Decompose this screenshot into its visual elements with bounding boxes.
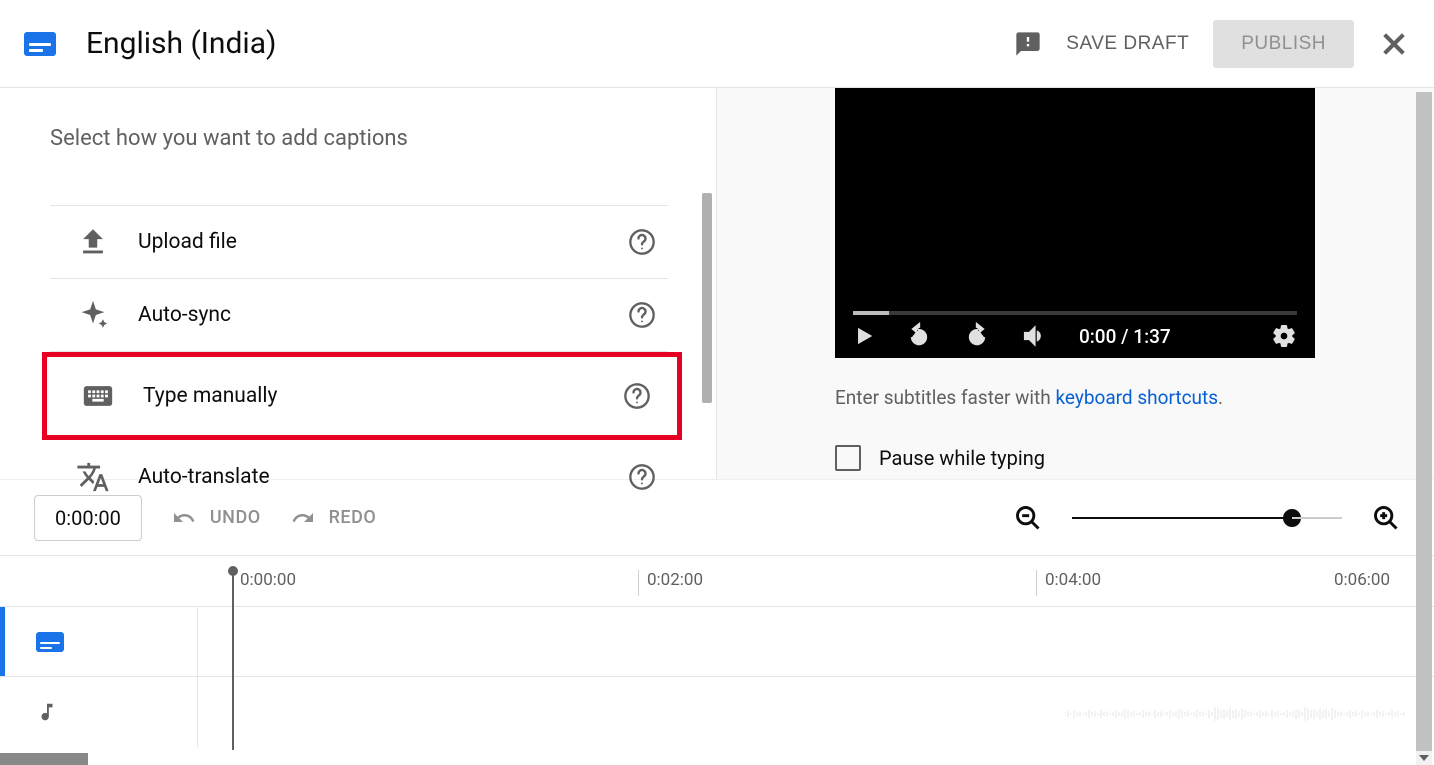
option-type-manually[interactable]: Type manually	[42, 352, 682, 440]
timeline-tick: 0:00:00	[240, 570, 296, 596]
video-time: 0:00 / 1:37	[1079, 325, 1171, 348]
volume-icon[interactable]	[1021, 322, 1049, 350]
help-icon[interactable]	[628, 463, 656, 491]
save-draft-button[interactable]: SAVE DRAFT	[1066, 33, 1189, 55]
zoom-slider-thumb[interactable]	[1283, 509, 1301, 527]
sparkle-icon	[76, 298, 110, 332]
panel-prompt: Select how you want to add captions	[50, 126, 668, 151]
music-note-icon	[36, 698, 58, 726]
upload-icon	[76, 225, 110, 259]
option-auto-translate[interactable]: Auto-translate	[50, 440, 668, 513]
page-title: English (India)	[86, 26, 276, 61]
forward-10-icon[interactable]: 10	[963, 322, 991, 350]
timeline-caption-track[interactable]	[0, 607, 1434, 677]
pause-label: Pause while typing	[879, 446, 1045, 470]
keyboard-shortcuts-link[interactable]: keyboard shortcuts	[1055, 386, 1218, 409]
timeline-tick: 0:06:00	[1334, 570, 1390, 596]
publish-button[interactable]: PUBLISH	[1213, 20, 1354, 68]
panel-scrollbar[interactable]	[702, 193, 712, 403]
option-label: Type manually	[143, 384, 623, 408]
waveform	[1065, 704, 1405, 724]
pause-while-typing-checkbox[interactable]	[835, 445, 861, 471]
keyboard-icon	[81, 379, 115, 413]
bottom-handle	[0, 753, 88, 765]
svg-text:10: 10	[916, 333, 926, 343]
subtitle-icon	[24, 32, 56, 56]
help-icon[interactable]	[628, 228, 656, 256]
playhead[interactable]	[232, 570, 234, 750]
option-label: Upload file	[138, 230, 628, 254]
scrollbar-down-arrow[interactable]	[1416, 751, 1432, 765]
video-player[interactable]: 10 10 0:00 / 1:37	[835, 88, 1315, 358]
subtitle-track-icon	[36, 632, 64, 652]
option-label: Auto-sync	[138, 303, 628, 327]
feedback-icon[interactable]	[1014, 30, 1042, 58]
translate-icon	[76, 460, 110, 494]
play-icon[interactable]	[853, 323, 875, 349]
zoom-in-icon[interactable]	[1372, 504, 1400, 532]
header-bar: English (India) SAVE DRAFT PUBLISH	[0, 0, 1434, 88]
caption-method-panel: Select how you want to add captions Uplo…	[0, 88, 716, 479]
help-icon[interactable]	[623, 382, 651, 410]
zoom-out-icon[interactable]	[1014, 504, 1042, 532]
option-label: Auto-translate	[138, 465, 628, 489]
preview-panel: 10 10 0:00 / 1:37 Enter subtitles faster…	[716, 88, 1434, 479]
timeline-tick: 0:02:00	[638, 570, 703, 596]
svg-text:10: 10	[974, 333, 984, 343]
rewind-10-icon[interactable]: 10	[905, 322, 933, 350]
timeline-tick: 0:04:00	[1036, 570, 1101, 596]
timeline[interactable]: 0:00:00 0:02:00 0:04:00 0:06:00	[0, 555, 1434, 765]
page-scrollbar[interactable]	[1416, 92, 1432, 751]
option-upload-file[interactable]: Upload file	[50, 206, 668, 279]
zoom-slider[interactable]	[1072, 517, 1292, 519]
help-icon[interactable]	[628, 301, 656, 329]
option-auto-sync[interactable]: Auto-sync	[50, 279, 668, 352]
close-button[interactable]	[1378, 28, 1410, 60]
keyboard-hint: Enter subtitles faster with keyboard sho…	[835, 386, 1414, 409]
gear-icon[interactable]	[1271, 323, 1297, 349]
close-icon	[1378, 28, 1410, 60]
